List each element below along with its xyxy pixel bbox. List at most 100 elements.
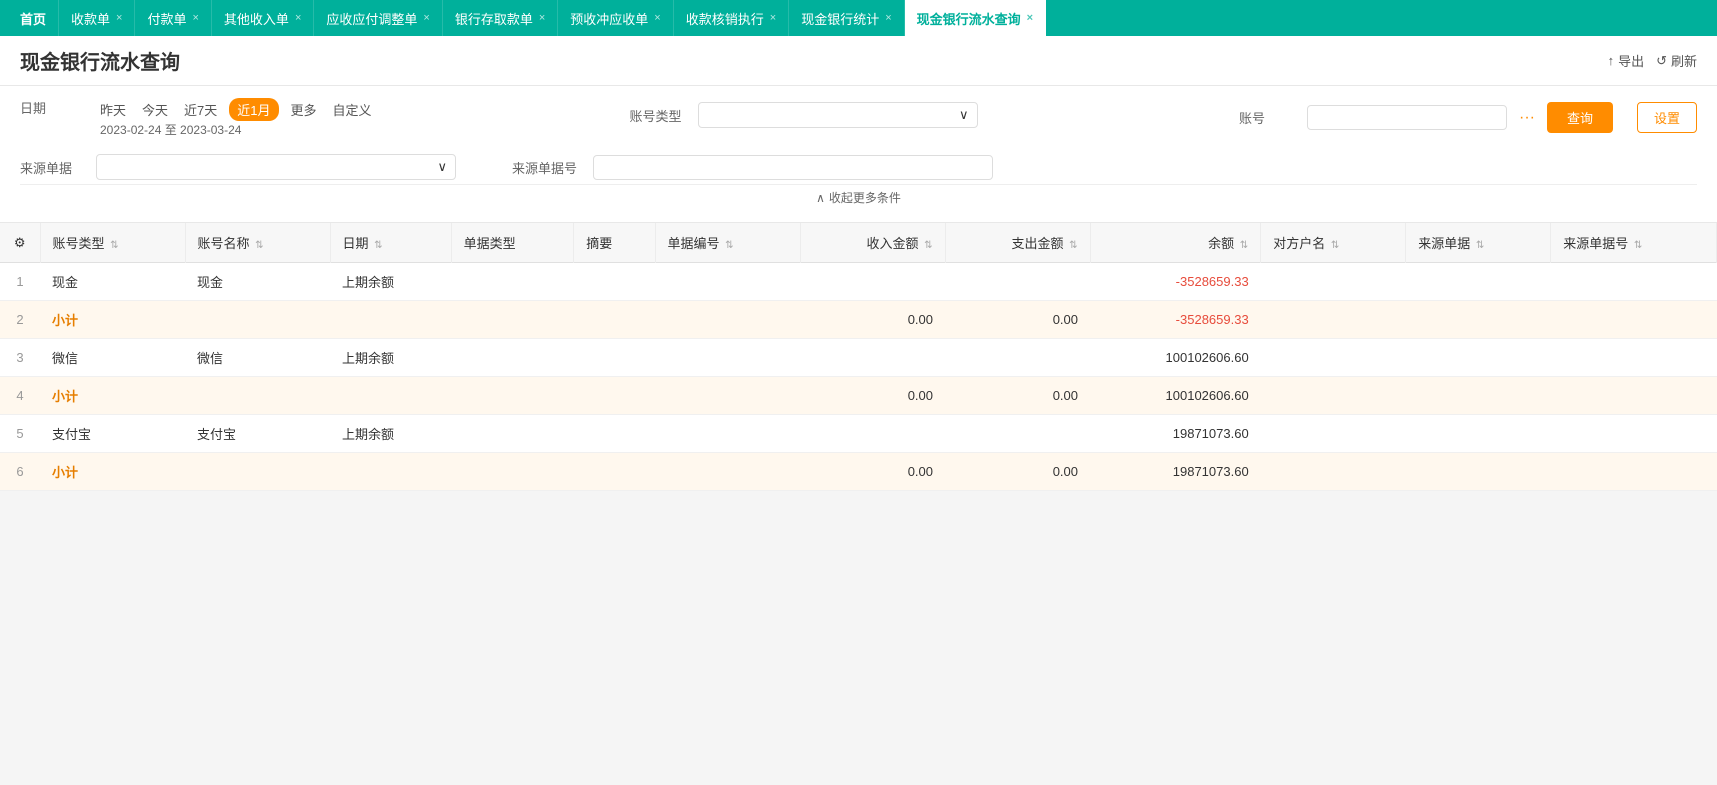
col-source-doc[interactable]: 来源单据 ⇅ (1406, 223, 1551, 263)
cell-expense: 0.00 (945, 453, 1090, 491)
date-yesterday[interactable]: 昨天 (96, 98, 130, 121)
nav-tab-advance-offset[interactable]: 预收冲应收单 × (558, 0, 673, 36)
cell-expense: 0.00 (945, 301, 1090, 339)
cell-summary (574, 301, 655, 339)
cell-expense (945, 263, 1090, 301)
table-row[interactable]: 4 小计 0.00 0.00 100102606.60 (0, 377, 1717, 415)
date-today[interactable]: 今天 (138, 98, 172, 121)
sort-doc-no-icon: ⇅ (725, 240, 733, 251)
account-dots-button[interactable]: ··· (1515, 109, 1539, 127)
nav-tab-receipt[interactable]: 收款单 × (59, 0, 135, 36)
export-button[interactable]: ↑ 导出 (1608, 51, 1645, 70)
cell-source-doc-no (1551, 339, 1717, 377)
sort-account-name-icon: ⇅ (255, 240, 263, 251)
table-row[interactable]: 1 现金 现金 上期余额 -3528659.33 (0, 263, 1717, 301)
close-receipt-tab[interactable]: × (116, 12, 122, 24)
col-counterparty[interactable]: 对方户名 ⇅ (1261, 223, 1406, 263)
cell-date (330, 301, 451, 339)
account-type-chevron: ∨ (959, 107, 969, 123)
col-summary[interactable]: 摘要 (574, 223, 655, 263)
cell-account-type: 小计 (40, 453, 185, 491)
account-type-select[interactable]: ∨ (698, 102, 978, 128)
nav-home[interactable]: 首页 (8, 0, 59, 36)
col-date[interactable]: 日期 ⇅ (330, 223, 451, 263)
cell-doc-type (451, 339, 574, 377)
cell-summary (574, 415, 655, 453)
cell-account-name (185, 301, 330, 339)
nav-tab-cash-bank-flow[interactable]: 现金银行流水查询 × (905, 0, 1046, 36)
date-more[interactable]: 更多 (287, 98, 321, 121)
cell-expense (945, 415, 1090, 453)
nav-tab-payment[interactable]: 付款单 × (135, 0, 211, 36)
col-source-doc-no[interactable]: 来源单据号 ⇅ (1551, 223, 1717, 263)
col-doc-type[interactable]: 单据类型 (451, 223, 574, 263)
nav-tab-cash-bank-stat[interactable]: 现金银行统计 × (789, 0, 904, 36)
cell-doc-no (655, 263, 800, 301)
date-shortcuts: 昨天 今天 近7天 近1月 更多 自定义 (96, 98, 376, 121)
cell-balance: 19871073.60 (1090, 453, 1261, 491)
table-row[interactable]: 5 支付宝 支付宝 上期余额 19871073.60 (0, 415, 1717, 453)
cell-summary (574, 377, 655, 415)
table-row[interactable]: 6 小计 0.00 0.00 19871073.60 (0, 453, 1717, 491)
cell-source-doc (1406, 453, 1551, 491)
close-ar-ap-adj-tab[interactable]: × (423, 12, 429, 24)
col-doc-no[interactable]: 单据编号 ⇅ (655, 223, 800, 263)
date-7days[interactable]: 近7天 (180, 98, 221, 121)
export-icon: ↑ (1608, 53, 1615, 68)
source-doc-select[interactable]: ∨ (96, 154, 456, 180)
cell-counterparty (1261, 377, 1406, 415)
source-doc-no-input[interactable] (593, 155, 993, 180)
close-bank-deposit-tab[interactable]: × (539, 12, 545, 24)
cell-doc-no (655, 339, 800, 377)
query-button[interactable]: 查询 (1547, 102, 1613, 133)
nav-tab-bank-deposit[interactable]: 银行存取款单 × (443, 0, 558, 36)
close-cash-bank-flow-tab[interactable]: × (1027, 12, 1033, 24)
close-advance-offset-tab[interactable]: × (654, 12, 660, 24)
date-1month[interactable]: 近1月 (229, 98, 278, 121)
col-expense[interactable]: 支出金额 ⇅ (945, 223, 1090, 263)
cell-date: 上期余额 (330, 339, 451, 377)
close-payment-tab[interactable]: × (192, 12, 198, 24)
close-other-income-tab[interactable]: × (295, 12, 301, 24)
col-account-name[interactable]: 账号名称 ⇅ (185, 223, 330, 263)
nav-tab-other-income[interactable]: 其他收入单 × (212, 0, 314, 36)
nav-tab-ar-ap-adj[interactable]: 应收应付调整单 × (314, 0, 442, 36)
col-balance[interactable]: 余额 ⇅ (1090, 223, 1261, 263)
col-account-type[interactable]: 账号类型 ⇅ (40, 223, 185, 263)
data-table: ⚙ 账号类型 ⇅ 账号名称 ⇅ 日期 ⇅ 单据类型 摘要 (0, 223, 1717, 491)
nav-tab-receipt-exec[interactable]: 收款核销执行 × (674, 0, 789, 36)
account-type-label: 账号类型 (630, 106, 690, 125)
table-body: 1 现金 现金 上期余额 -3528659.33 2 小计 0.00 0.00 … (0, 263, 1717, 491)
cell-counterparty (1261, 301, 1406, 339)
settings-icon: ⚙ (14, 235, 26, 250)
source-doc-chevron: ∨ (437, 159, 447, 175)
cell-balance: -3528659.33 (1090, 263, 1261, 301)
cell-expense: 0.00 (945, 377, 1090, 415)
cell-no: 1 (0, 263, 40, 301)
cell-counterparty (1261, 339, 1406, 377)
table-row[interactable]: 2 小计 0.00 0.00 -3528659.33 (0, 301, 1717, 339)
date-filter-label: 日期 (20, 98, 80, 117)
date-custom[interactable]: 自定义 (329, 98, 376, 121)
sort-source-doc-no-icon: ⇅ (1634, 240, 1642, 251)
settings-button[interactable]: 设置 (1637, 102, 1697, 133)
cell-doc-no (655, 415, 800, 453)
cell-source-doc (1406, 339, 1551, 377)
filter-area: 日期 昨天 今天 近7天 近1月 更多 自定义 2023-02-24 至 202… (0, 86, 1717, 223)
col-income[interactable]: 收入金额 ⇅ (800, 223, 945, 263)
refresh-button[interactable]: ↺ 刷新 (1656, 51, 1697, 70)
cell-counterparty (1261, 453, 1406, 491)
cell-doc-no (655, 453, 800, 491)
cell-source-doc (1406, 263, 1551, 301)
col-settings[interactable]: ⚙ (0, 223, 40, 263)
table-row[interactable]: 3 微信 微信 上期余额 100102606.60 (0, 339, 1717, 377)
collapse-filter-bar[interactable]: ∧ 收起更多条件 (20, 184, 1697, 210)
cell-account-type: 微信 (40, 339, 185, 377)
date-range-display: 2023-02-24 至 2023-03-24 (100, 121, 376, 138)
account-input[interactable] (1307, 105, 1507, 130)
cell-source-doc (1406, 301, 1551, 339)
cell-source-doc-no (1551, 301, 1717, 339)
close-cash-bank-stat-tab[interactable]: × (885, 12, 891, 24)
cell-doc-no (655, 301, 800, 339)
close-receipt-exec-tab[interactable]: × (770, 12, 776, 24)
